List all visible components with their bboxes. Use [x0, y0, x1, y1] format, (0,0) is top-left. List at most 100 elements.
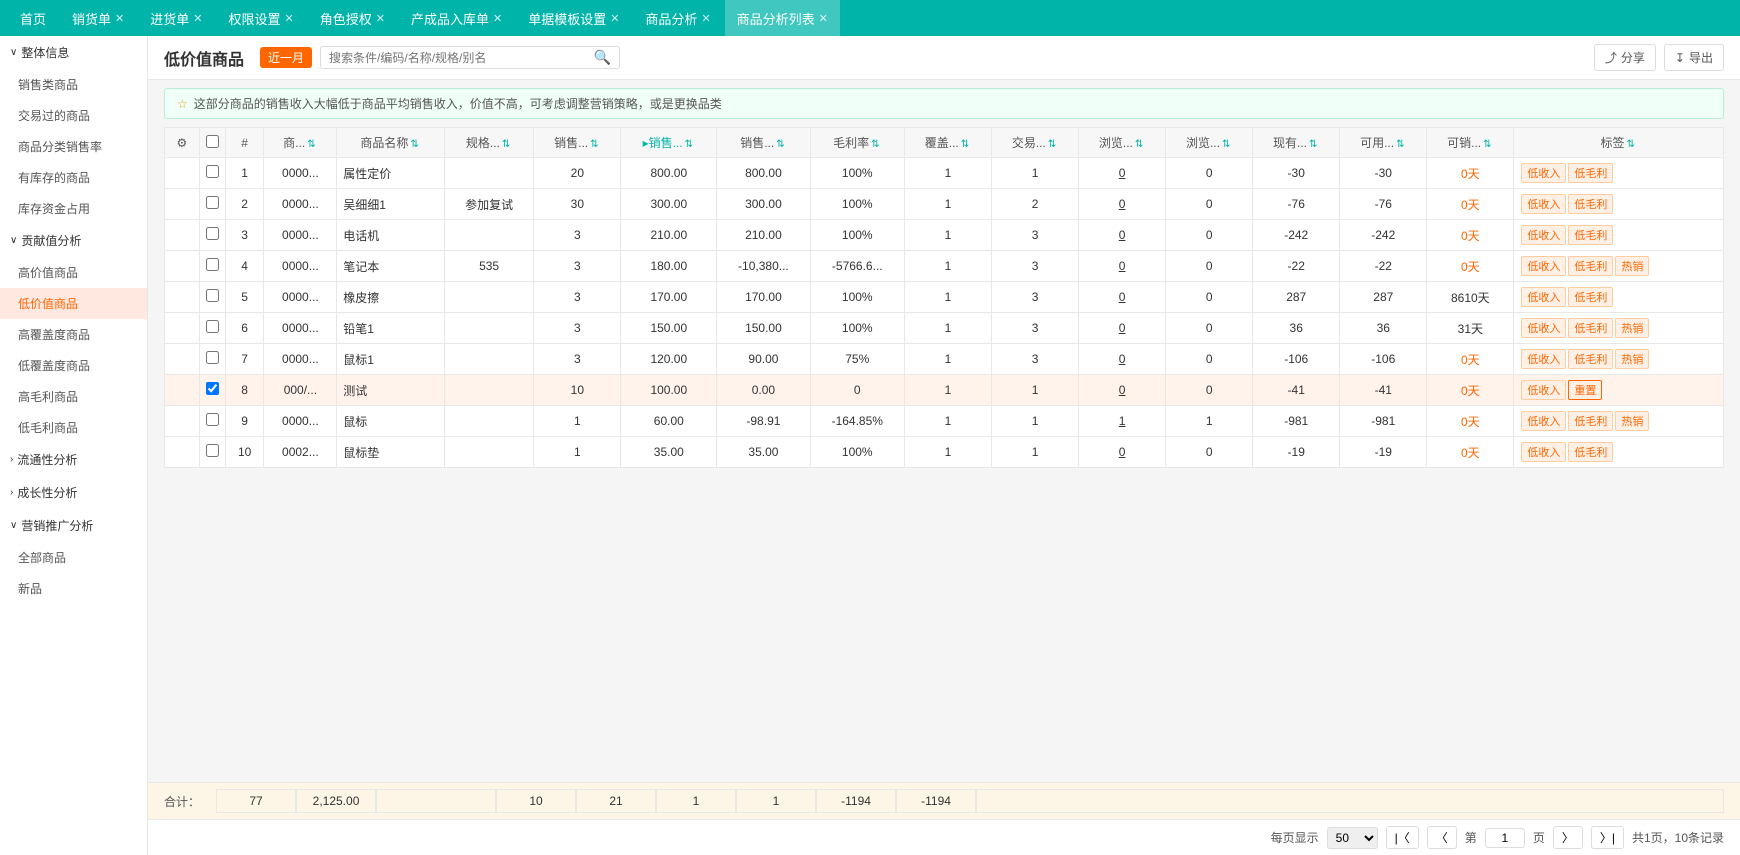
col-sales-amount[interactable]: 销售...⇅: [717, 128, 810, 158]
sidebar-item-high-margin[interactable]: 高毛利商品: [0, 381, 147, 412]
col-name[interactable]: 商品名称⇅: [337, 128, 445, 158]
sidebar-item-all-goods[interactable]: 全部商品: [0, 542, 147, 573]
row-checkbox[interactable]: [206, 444, 219, 457]
nav-close-analysis-list[interactable]: ✕: [819, 12, 828, 25]
first-page-button[interactable]: |〈: [1386, 826, 1419, 849]
col-browse1[interactable]: 浏览...⇅: [1079, 128, 1166, 158]
row-checkbox[interactable]: [206, 413, 219, 426]
row-checkbox[interactable]: [206, 289, 219, 302]
prev-page-button[interactable]: 〈: [1427, 826, 1457, 849]
browse1-link[interactable]: 0: [1119, 383, 1126, 397]
col-sales-price[interactable]: ▸销售...⇅: [621, 128, 717, 158]
row-checkbox[interactable]: [206, 320, 219, 333]
last-page-button[interactable]: 〉|: [1591, 826, 1624, 849]
col-tag[interactable]: 标签⇅: [1514, 128, 1724, 158]
nav-permissions[interactable]: 权限设置✕: [216, 0, 305, 36]
browse1-link[interactable]: 0: [1119, 352, 1126, 366]
sidebar-group-growth[interactable]: › 成长性分析: [0, 476, 147, 509]
col-spec[interactable]: 规格...⇅: [444, 128, 533, 158]
page-input[interactable]: [1485, 828, 1525, 848]
sidebar-item-sales-goods[interactable]: 销售类商品: [0, 69, 147, 100]
row-checkbox[interactable]: [206, 196, 219, 209]
share-button[interactable]: ⤴ 分享: [1594, 44, 1656, 71]
export-button[interactable]: ↧ 导出: [1664, 44, 1724, 71]
cell-checkbox[interactable]: [199, 158, 225, 189]
nav-close-sales[interactable]: ✕: [115, 12, 124, 25]
browse1-link[interactable]: 0: [1119, 166, 1126, 180]
cell-checkbox[interactable]: [199, 375, 225, 406]
settings-icon[interactable]: ⚙: [177, 136, 188, 150]
table-container[interactable]: ⚙ # 商...⇅ 商品名称⇅ 规格...⇅ 销售...⇅ ▸销售...⇅ 销售…: [148, 127, 1740, 782]
browse1-link[interactable]: 1: [1119, 414, 1126, 428]
browse1-link[interactable]: 0: [1119, 197, 1126, 211]
col-sellable[interactable]: 可销...⇅: [1427, 128, 1514, 158]
sidebar-item-low-margin[interactable]: 低毛利商品: [0, 412, 147, 443]
nav-warehouse[interactable]: 产成品入库单✕: [399, 0, 514, 36]
row-checkbox[interactable]: [206, 227, 219, 240]
col-sales-qty[interactable]: 销售...⇅: [534, 128, 621, 158]
col-available[interactable]: 可用...⇅: [1340, 128, 1427, 158]
sidebar-item-new-goods[interactable]: 新品: [0, 573, 147, 604]
nav-close-purchase[interactable]: ✕: [193, 12, 202, 25]
nav-purchase[interactable]: 进货单✕: [138, 0, 214, 36]
search-input[interactable]: [329, 51, 590, 65]
cell-checkbox[interactable]: [199, 189, 225, 220]
col-browse2[interactable]: 浏览...⇅: [1166, 128, 1253, 158]
col-transaction[interactable]: 交易...⇅: [992, 128, 1079, 158]
col-coverage[interactable]: 覆盖...⇅: [904, 128, 991, 158]
col-checkbox[interactable]: [199, 128, 225, 158]
nav-home[interactable]: 首页: [8, 0, 58, 36]
nav-roles[interactable]: 角色授权✕: [308, 0, 397, 36]
sidebar-item-stock-goods[interactable]: 有库存的商品: [0, 162, 147, 193]
nav-template[interactable]: 单据模板设置✕: [516, 0, 631, 36]
sidebar-group-contribution[interactable]: ∨ 贡献值分析: [0, 224, 147, 257]
sidebar-group-overview[interactable]: ∨ 整体信息: [0, 36, 147, 69]
period-button[interactable]: 近一月: [260, 47, 312, 68]
next-page-button[interactable]: 〉: [1553, 826, 1583, 849]
cell-settings: [165, 220, 200, 251]
sidebar-group-circulation[interactable]: › 流通性分析: [0, 443, 147, 476]
browse1-link[interactable]: 0: [1119, 290, 1126, 304]
browse1-link[interactable]: 0: [1119, 228, 1126, 242]
select-all-checkbox[interactable]: [206, 135, 219, 148]
sidebar-item-low-value[interactable]: 低价值商品: [0, 288, 147, 319]
cell-checkbox[interactable]: [199, 437, 225, 468]
table-row: 9 0000... 鼠标 1 60.00 -98.91 -164.85% 1 1…: [165, 406, 1724, 437]
nav-close-template[interactable]: ✕: [610, 12, 619, 25]
col-settings[interactable]: ⚙: [165, 128, 200, 158]
sidebar-item-high-value[interactable]: 高价值商品: [0, 257, 147, 288]
cell-checkbox[interactable]: [199, 251, 225, 282]
nav-analysis[interactable]: 商品分析✕: [633, 0, 722, 36]
sidebar-item-traded-goods[interactable]: 交易过的商品: [0, 100, 147, 131]
sidebar-item-high-coverage[interactable]: 高覆盖度商品: [0, 319, 147, 350]
nav-close-warehouse[interactable]: ✕: [493, 12, 502, 25]
browse1-link[interactable]: 0: [1119, 259, 1126, 273]
row-checkbox[interactable]: [206, 351, 219, 364]
nav-close-permissions[interactable]: ✕: [285, 12, 294, 25]
nav-close-roles[interactable]: ✕: [376, 12, 385, 25]
cell-checkbox[interactable]: [199, 344, 225, 375]
row-checkbox[interactable]: [206, 258, 219, 271]
row-checkbox[interactable]: [206, 165, 219, 178]
per-page-select[interactable]: 50 100 200: [1327, 827, 1378, 849]
cell-checkbox[interactable]: [199, 406, 225, 437]
col-code[interactable]: 商...⇅: [264, 128, 337, 158]
browse1-link[interactable]: 0: [1119, 445, 1126, 459]
sidebar-item-inventory-funds[interactable]: 库存资金占用: [0, 193, 147, 224]
nav-analysis-list[interactable]: 商品分析列表✕: [725, 0, 840, 36]
row-checkbox[interactable]: [206, 382, 219, 395]
col-margin-rate[interactable]: 毛利率⇅: [810, 128, 904, 158]
sidebar-group-marketing[interactable]: ∨ 营销推广分析: [0, 509, 147, 542]
cell-checkbox[interactable]: [199, 282, 225, 313]
sidebar-item-category-rate[interactable]: 商品分类销售率: [0, 131, 147, 162]
col-current[interactable]: 现有...⇅: [1253, 128, 1340, 158]
nav-close-analysis[interactable]: ✕: [701, 12, 710, 25]
tag-badge: 低收入: [1521, 194, 1566, 214]
cell-checkbox[interactable]: [199, 313, 225, 344]
sidebar-item-low-coverage[interactable]: 低覆盖度商品: [0, 350, 147, 381]
cell-checkbox[interactable]: [199, 220, 225, 251]
browse1-link[interactable]: 0: [1119, 321, 1126, 335]
search-icon[interactable]: 🔍: [594, 49, 611, 66]
table-row: 5 0000... 橡皮擦 3 170.00 170.00 100% 1 3 0…: [165, 282, 1724, 313]
nav-sales[interactable]: 销货单✕: [60, 0, 136, 36]
